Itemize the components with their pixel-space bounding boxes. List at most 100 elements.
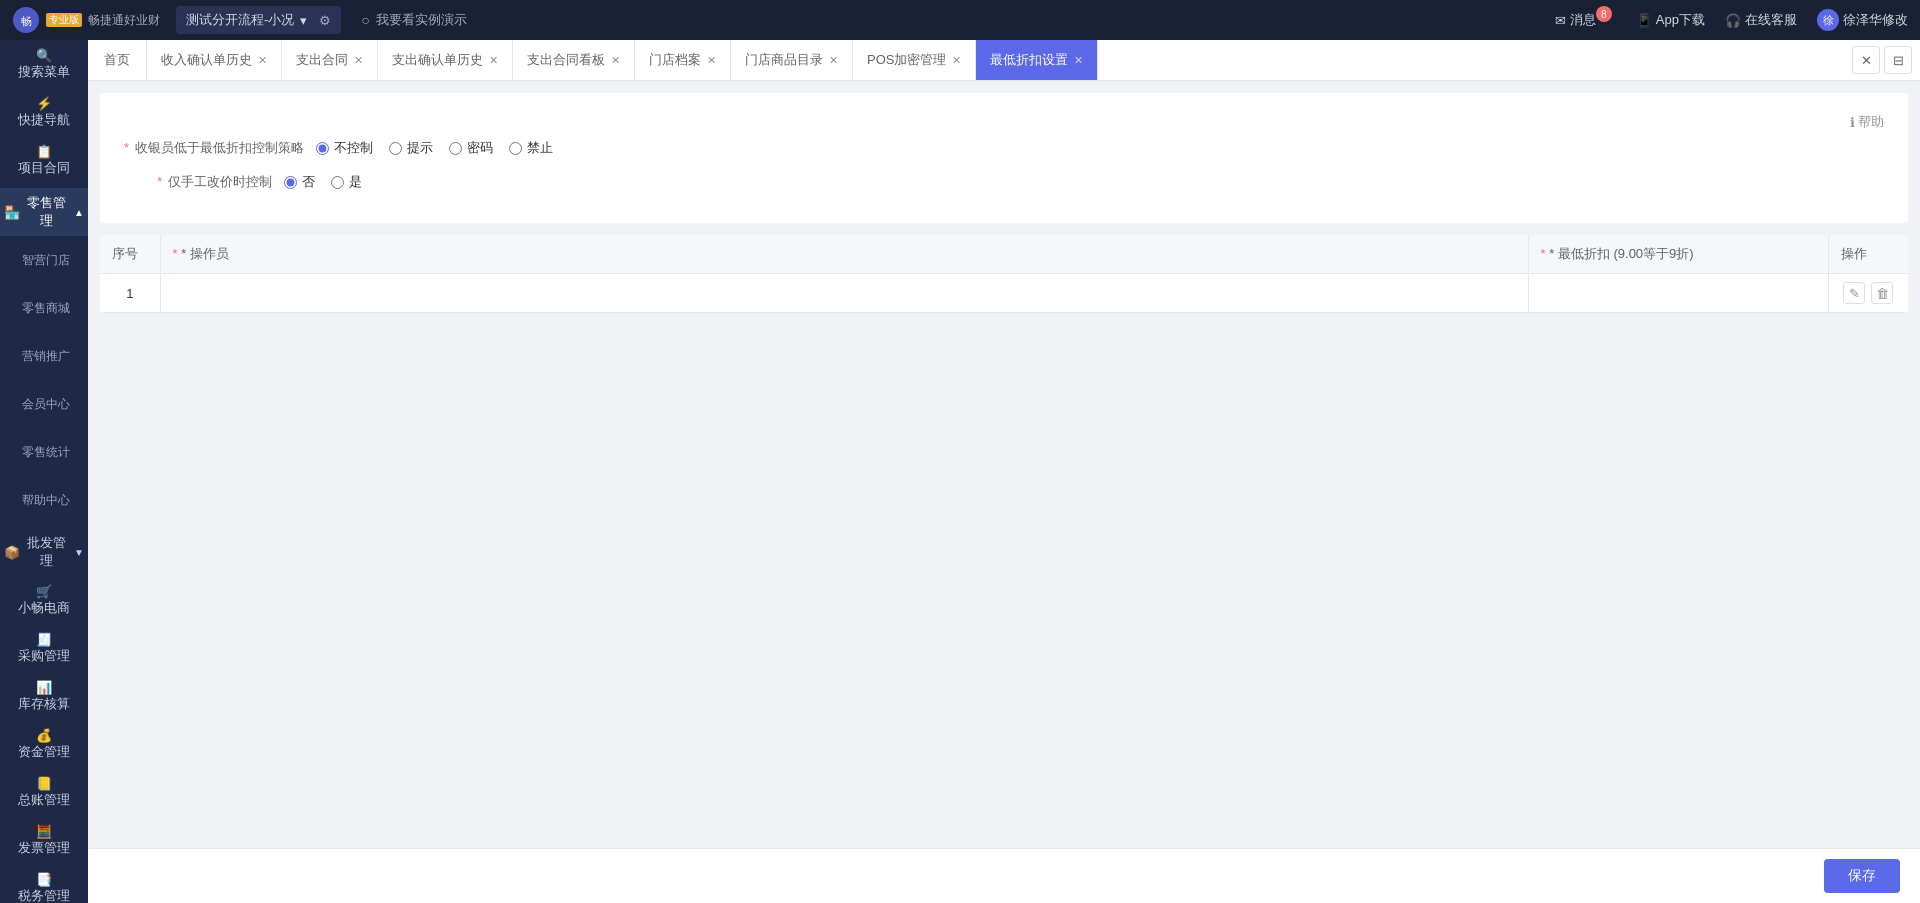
shortcut-icon: ⚡ bbox=[36, 96, 52, 111]
sidebar-label-capital-mgmt: 资金管理 bbox=[18, 743, 70, 761]
tab-store-archive[interactable]: 门店档案 ✕ bbox=[635, 40, 731, 80]
cell-seq-1: 1 bbox=[100, 274, 160, 313]
avatar-icon: 徐 bbox=[1817, 9, 1839, 31]
purchase-icon: 🧾 bbox=[36, 632, 52, 647]
main-layout: 🔍 搜索菜单 ⚡ 快捷导航 📋 项目合同 🏪 零售管理 ▲ 智营门店 零售商城 … bbox=[0, 40, 1920, 903]
radio-hint[interactable] bbox=[389, 142, 402, 155]
wholesale-icon: 📦 bbox=[4, 545, 20, 560]
tab-pos-password-label: POS加密管理 bbox=[867, 51, 946, 69]
customer-service-btn[interactable]: 🎧 在线客服 bbox=[1725, 11, 1797, 29]
app-download-label: App下载 bbox=[1656, 11, 1705, 29]
sidebar-item-tax-mgmt[interactable]: 📑 税务管理 bbox=[0, 864, 88, 903]
sidebar-item-small-ecom[interactable]: 🛒 小畅电商 bbox=[0, 576, 88, 624]
tab-store-catalog[interactable]: 门店商品目录 ✕ bbox=[731, 40, 853, 80]
sidebar-item-purchase-mgmt[interactable]: 🧾 采购管理 bbox=[0, 624, 88, 672]
close-tab-btn[interactable]: ✕ bbox=[1852, 46, 1880, 74]
table-header-row: 序号 * * 操作员 * * 最低折扣 (9.00等于9折) 操作 bbox=[100, 235, 1908, 274]
cell-operator-1 bbox=[160, 274, 1528, 313]
tab-min-discount[interactable]: 最低折扣设置 ✕ bbox=[976, 40, 1098, 80]
page-content: ℹ 帮助 * 收银员低于最低折扣控制策略 不控制 bbox=[88, 81, 1920, 848]
sidebar-item-shortcut[interactable]: ⚡ 快捷导航 bbox=[0, 88, 88, 136]
help-icon: ℹ bbox=[1850, 115, 1855, 130]
project-dropdown-icon: ▾ bbox=[300, 13, 307, 28]
tab-payment-board[interactable]: 支出合同看板 ✕ bbox=[513, 40, 635, 80]
tab-income-confirm[interactable]: 收入确认单历史 ✕ bbox=[147, 40, 282, 80]
demo-circle-icon: ○ bbox=[361, 12, 369, 28]
tab-store-archive-close[interactable]: ✕ bbox=[707, 54, 716, 67]
tab-pos-password-close[interactable]: ✕ bbox=[952, 54, 961, 67]
tab-payment-confirm-close[interactable]: ✕ bbox=[489, 54, 498, 67]
sidebar-item-smart-store[interactable]: 智营门店 bbox=[0, 236, 88, 284]
contract-icon: 📋 bbox=[36, 144, 52, 159]
sidebar-item-marketing[interactable]: 营销推广 bbox=[0, 332, 88, 380]
sidebar-item-help-center[interactable]: 帮助中心 bbox=[0, 476, 88, 524]
cashier-control-label-text: 收银员低于最低折扣控制策略 bbox=[135, 140, 304, 155]
option-forbidden[interactable]: 禁止 bbox=[509, 139, 553, 157]
sidebar-item-project-contract[interactable]: 📋 项目合同 bbox=[0, 136, 88, 184]
tab-pos-password[interactable]: POS加密管理 ✕ bbox=[853, 40, 976, 80]
option-forbidden-label: 禁止 bbox=[527, 139, 553, 157]
messages-btn[interactable]: ✉ 消息 8 bbox=[1555, 11, 1616, 29]
cell-discount-1 bbox=[1528, 274, 1828, 313]
edit-row-btn[interactable]: ✎ bbox=[1843, 282, 1865, 304]
invoice-icon: 🧮 bbox=[36, 824, 52, 839]
sidebar-item-capital-mgmt[interactable]: 💰 资金管理 bbox=[0, 720, 88, 768]
radio-no[interactable] bbox=[284, 176, 297, 189]
save-button[interactable]: 保存 bbox=[1824, 859, 1900, 893]
tab-payment-confirm[interactable]: 支出确认单历史 ✕ bbox=[378, 40, 513, 80]
radio-yes[interactable] bbox=[331, 176, 344, 189]
radio-password[interactable] bbox=[449, 142, 462, 155]
app-download-btn[interactable]: 📱 App下载 bbox=[1636, 11, 1705, 29]
settings-icon[interactable]: ⚙ bbox=[319, 13, 331, 28]
sidebar-item-retail-mall[interactable]: 零售商城 bbox=[0, 284, 88, 332]
option-no[interactable]: 否 bbox=[284, 173, 315, 191]
sidebar-label-retail-mall: 零售商城 bbox=[22, 300, 70, 317]
user-label: 徐泽华修改 bbox=[1843, 11, 1908, 29]
tab-payment-board-close[interactable]: ✕ bbox=[611, 54, 620, 67]
help-btn[interactable]: ℹ 帮助 bbox=[1850, 113, 1884, 131]
delete-row-btn[interactable]: 🗑 bbox=[1871, 282, 1893, 304]
sidebar-item-ledger-mgmt[interactable]: 📒 总账管理 bbox=[0, 768, 88, 816]
delete-icon: 🗑 bbox=[1876, 286, 1889, 301]
tab-payment-contract-close[interactable]: ✕ bbox=[354, 54, 363, 67]
sidebar-label-member-center: 会员中心 bbox=[22, 396, 70, 413]
option-no-control[interactable]: 不控制 bbox=[316, 139, 373, 157]
tab-bar: 首页 收入确认单历史 ✕ 支出合同 ✕ 支出确认单历史 ✕ 支出合同看板 ✕ 门… bbox=[88, 40, 1920, 81]
cashier-control-label: * 收银员低于最低折扣控制策略 bbox=[124, 139, 316, 157]
tab-bar-actions: ✕ ⊟ bbox=[1844, 46, 1920, 74]
sidebar: 🔍 搜索菜单 ⚡ 快捷导航 📋 项目合同 🏪 零售管理 ▲ 智营门店 零售商城 … bbox=[0, 40, 88, 903]
tab-income-confirm-close[interactable]: ✕ bbox=[258, 54, 267, 67]
sidebar-label-smart-store: 智营门店 bbox=[22, 252, 70, 269]
demo-link[interactable]: ○ 我要看实例演示 bbox=[361, 11, 466, 29]
tax-icon: 📑 bbox=[36, 872, 52, 887]
user-menu-btn[interactable]: 徐 徐泽华修改 bbox=[1817, 9, 1908, 31]
sidebar-item-search[interactable]: 🔍 搜索菜单 bbox=[0, 40, 88, 88]
messages-label: 消息 bbox=[1570, 11, 1596, 29]
form-card: ℹ 帮助 * 收银员低于最低折扣控制策略 不控制 bbox=[100, 93, 1908, 223]
sidebar-item-member-center[interactable]: 会员中心 bbox=[0, 380, 88, 428]
headset-icon: 🎧 bbox=[1725, 13, 1741, 28]
sidebar-item-retail-mgmt[interactable]: 🏪 零售管理 ▲ bbox=[0, 188, 88, 236]
option-no-control-label: 不控制 bbox=[334, 139, 373, 157]
radio-forbidden[interactable] bbox=[509, 142, 522, 155]
option-password[interactable]: 密码 bbox=[449, 139, 493, 157]
radio-no-control[interactable] bbox=[316, 142, 329, 155]
sidebar-label-invoice-mgmt: 发票管理 bbox=[18, 839, 70, 857]
option-hint[interactable]: 提示 bbox=[389, 139, 433, 157]
sidebar-item-retail-stats[interactable]: 零售统计 bbox=[0, 428, 88, 476]
sidebar-item-invoice-mgmt[interactable]: 🧮 发票管理 bbox=[0, 816, 88, 864]
option-yes[interactable]: 是 bbox=[331, 173, 362, 191]
tab-store-catalog-close[interactable]: ✕ bbox=[829, 54, 838, 67]
discount-table: 序号 * * 操作员 * * 最低折扣 (9.00等于9折) 操作 bbox=[100, 235, 1908, 313]
project-selector[interactable]: 测试分开流程-小况 ▾ ⚙ bbox=[176, 6, 341, 34]
sidebar-item-wholesale-mgmt[interactable]: 📦 批发管理 ▼ bbox=[0, 528, 88, 576]
manual-price-options: 否 是 bbox=[284, 173, 362, 191]
tab-home[interactable]: 首页 bbox=[88, 40, 147, 80]
sidebar-label-retail-mgmt: 零售管理 bbox=[24, 194, 68, 230]
tab-min-discount-close[interactable]: ✕ bbox=[1074, 54, 1083, 67]
tab-payment-contract[interactable]: 支出合同 ✕ bbox=[282, 40, 378, 80]
app-logo: 畅 专业版 畅捷通好业财 bbox=[12, 6, 160, 34]
sidebar-item-inventory[interactable]: 📊 库存核算 bbox=[0, 672, 88, 720]
tab-options-btn[interactable]: ⊟ bbox=[1884, 46, 1912, 74]
sidebar-label-search: 搜索菜单 bbox=[18, 63, 70, 81]
